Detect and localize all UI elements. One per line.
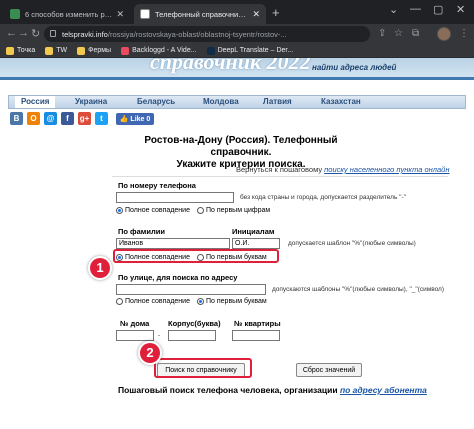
folder-icon: [45, 46, 54, 55]
phone-radio-full[interactable]: Полное совпадение: [116, 207, 190, 214]
close-window-icon[interactable]: ✕: [456, 3, 465, 16]
surname-input[interactable]: Иванов: [116, 238, 230, 249]
radio-selected-icon: [116, 207, 123, 214]
country-tab-russia[interactable]: Россия: [15, 96, 56, 108]
page-content: справочник 2022 найти адреса людей Росси…: [0, 58, 474, 429]
browser-toolbar: ← → ↻ telspravki.info /rossiya/rostovska…: [0, 24, 474, 44]
footer-address-link[interactable]: по адресу абонента: [340, 385, 427, 395]
reload-icon[interactable]: ↻: [31, 27, 40, 40]
bookmark-tw[interactable]: TW: [45, 46, 67, 55]
facebook-share-icon[interactable]: f: [61, 112, 74, 125]
deepl-icon: [206, 46, 215, 55]
radio-selected-icon: [197, 298, 204, 305]
browser-tab-bar: 6 способов изменить размер ф ✕ Телефонны…: [0, 0, 474, 24]
street-input[interactable]: [116, 284, 266, 295]
korpus-input[interactable]: [168, 330, 216, 341]
flat-number-label: № квартиры: [234, 319, 281, 328]
tab-favicon-icon: [10, 9, 20, 19]
address-radio-first[interactable]: По первым буквам: [197, 298, 267, 305]
site-tagline: найти адреса людей: [312, 63, 397, 72]
house-number-label: № дома: [120, 319, 150, 328]
phone-input[interactable]: [116, 192, 234, 203]
initials-input[interactable]: О.И.: [232, 238, 280, 249]
mail-share-icon[interactable]: @: [44, 112, 57, 125]
country-tab-kazakhstan[interactable]: Казахстан: [321, 97, 361, 106]
footer-step-search: Пошаговый поиск телефона человека, орган…: [118, 385, 427, 395]
folder-icon: [77, 46, 86, 55]
url-path: /rossiya/rostovskaya-oblast/oblastnoj-ts…: [107, 29, 287, 39]
korpus-label: Корпус(буква): [168, 319, 221, 328]
phone-section-title: По номеру телефона: [118, 181, 196, 190]
step-search-link[interactable]: поиску населенного пункта онлайн: [324, 165, 449, 174]
minimize-icon[interactable]: —: [410, 3, 421, 15]
address-bar[interactable]: telspravki.info /rossiya/rostovskaya-obl…: [44, 26, 370, 42]
tab-title: Телефонный справочник Росто: [155, 9, 249, 19]
country-tab-belarus[interactable]: Беларусь: [137, 97, 175, 106]
callout-badge-2: 2: [140, 343, 160, 363]
vk-share-icon[interactable]: В: [10, 112, 23, 125]
country-tab-ukraine[interactable]: Украина: [75, 97, 107, 106]
maximize-icon[interactable]: ▢: [433, 3, 443, 16]
bookmark-tochka[interactable]: Точка: [6, 46, 35, 55]
folder-icon: [6, 46, 14, 55]
highlight-name-radios: [113, 249, 279, 263]
tab-active[interactable]: Телефонный справочник Росто ✕: [134, 4, 266, 24]
name-hint: допускается шаблон "%"(любые символы): [288, 240, 416, 247]
house-number-input[interactable]: [116, 330, 154, 341]
twitter-share-icon[interactable]: t: [95, 112, 108, 125]
facebook-like-button[interactable]: 👍 Like 0: [116, 113, 154, 125]
profile-avatar[interactable]: [437, 27, 451, 41]
tab-search-chevron-icon[interactable]: ⌄: [389, 3, 398, 16]
flat-number-input[interactable]: [232, 330, 280, 341]
thumbs-up-icon: 👍: [119, 116, 129, 123]
tab-title: 6 способов изменить размер ф: [25, 9, 113, 19]
radio-empty-icon: [116, 298, 123, 305]
country-nav: Россия Украина Беларусь Молдова Латвия К…: [8, 95, 466, 109]
gplus-share-icon[interactable]: g+: [78, 112, 91, 125]
tab-inactive[interactable]: 6 способов изменить размер ф ✕: [4, 4, 130, 24]
initials-section-title: Инициалам: [232, 227, 275, 236]
address-radio-full[interactable]: Полное совпадение: [116, 298, 190, 305]
menu-icon[interactable]: ⋮: [459, 28, 469, 39]
banner-divider: [0, 77, 474, 80]
new-tab-icon[interactable]: +: [272, 5, 280, 20]
ok-share-icon[interactable]: О: [27, 112, 40, 125]
url-host: telspravki.info: [62, 29, 108, 39]
back-icon[interactable]: ←: [6, 27, 17, 39]
star-icon[interactable]: ☆: [394, 28, 403, 39]
bookmark-fermy[interactable]: Фермы: [77, 46, 111, 55]
tab-close-icon[interactable]: ✕: [116, 9, 124, 20]
address-hint: допускаются шаблоны "%"(любые символы), …: [272, 286, 445, 293]
country-tab-latvia[interactable]: Латвия: [263, 97, 292, 106]
extensions-icon[interactable]: ⧉: [412, 28, 419, 39]
tab-favicon-icon: [140, 9, 150, 19]
tab-close-icon[interactable]: ✕: [252, 9, 260, 20]
radio-empty-icon: [197, 207, 204, 214]
site-banner: справочник 2022 найти адреса людей: [0, 58, 474, 80]
step-search-info: Вернуться к пошаговому поиску населенног…: [236, 165, 450, 174]
callout-badge-1: 1: [90, 258, 110, 278]
house-dash: -: [158, 332, 161, 339]
highlight-search-button: [154, 358, 252, 378]
forward-icon[interactable]: →: [18, 27, 29, 39]
lock-icon: [50, 30, 56, 37]
bookmark-deepl[interactable]: DeepL Translate – Der...: [206, 46, 293, 55]
bookmarks-bar: Точка TW Фермы Backloggd - A Vide... Dee…: [0, 44, 474, 58]
backloggd-icon: [121, 46, 130, 55]
surname-section-title: По фамилии: [118, 227, 165, 236]
address-section-title: По улице, для поиска по адресу: [118, 273, 238, 282]
phone-hint: без кода страны и города, допускается ра…: [240, 194, 406, 201]
country-tab-moldova[interactable]: Молдова: [203, 97, 239, 106]
phone-radio-first[interactable]: По первым цифрам: [197, 207, 270, 214]
site-logo[interactable]: справочник 2022: [150, 58, 311, 75]
reset-button[interactable]: Сброс значений: [296, 363, 362, 377]
share-icon[interactable]: ⇪: [378, 28, 386, 39]
bookmark-backloggd[interactable]: Backloggd - A Vide...: [121, 46, 197, 55]
